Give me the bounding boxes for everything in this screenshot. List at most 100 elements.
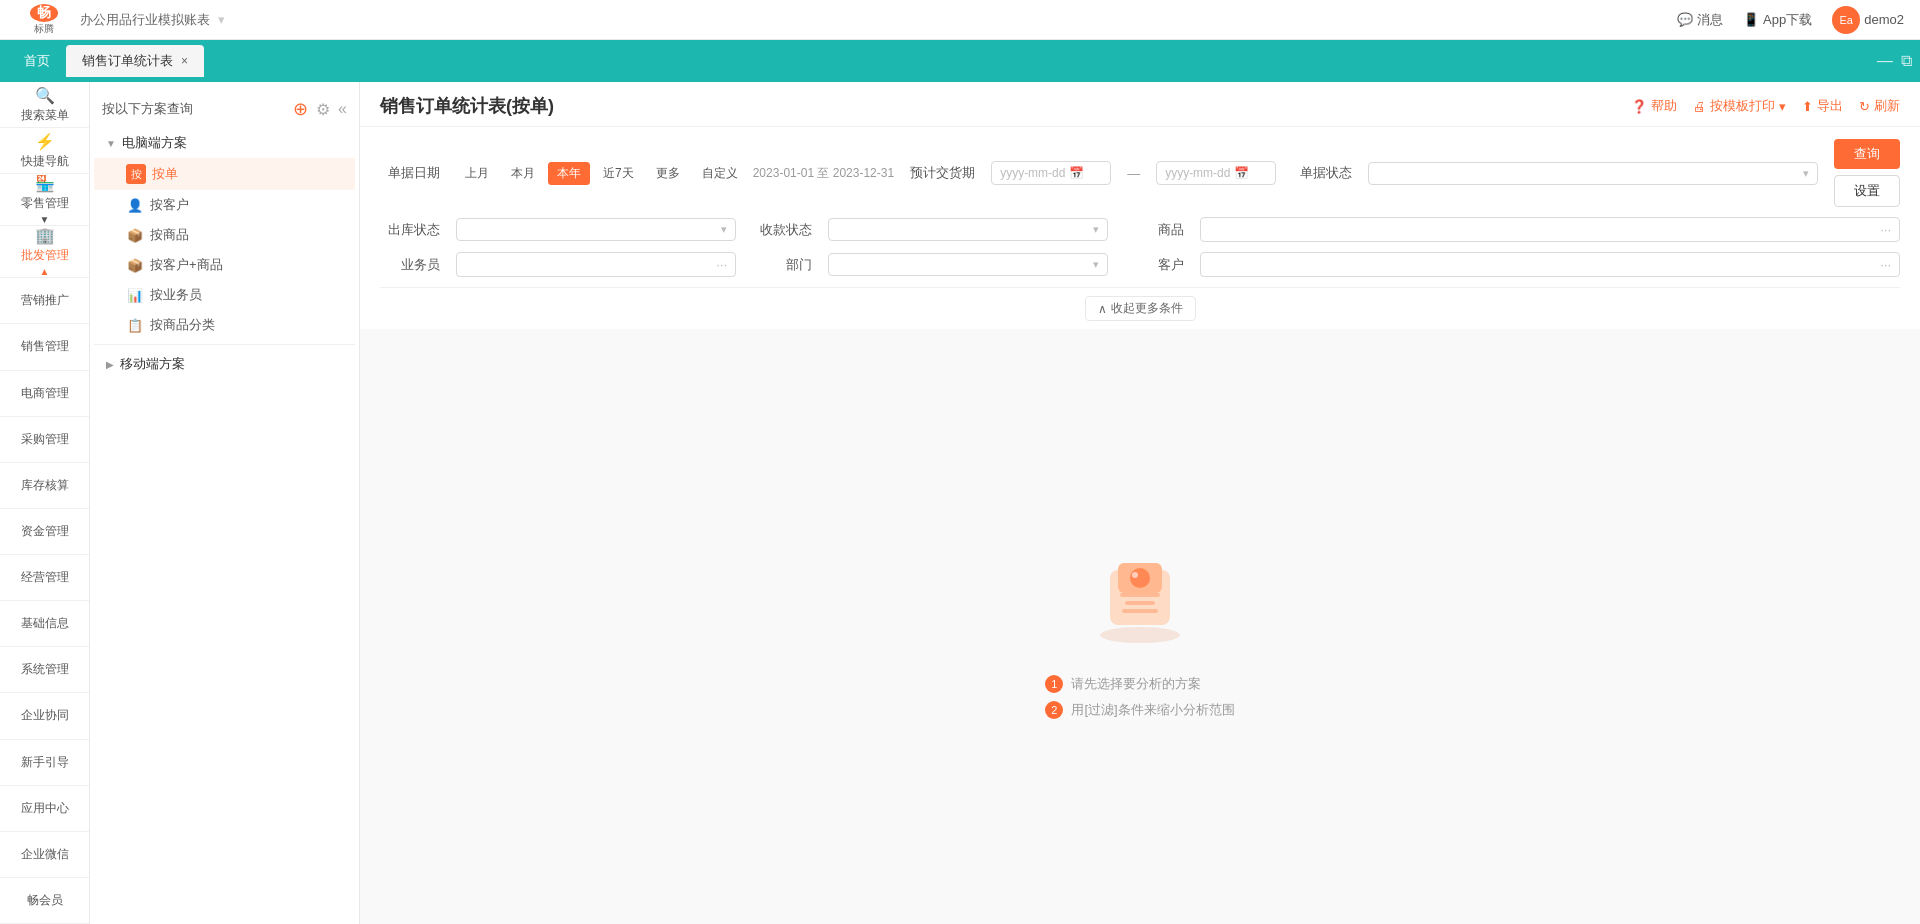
date-from-placeholder: yyyy-mm-dd (1000, 166, 1065, 180)
app-download-icon: 📱 (1743, 12, 1759, 27)
user-info[interactable]: Ea demo2 (1832, 6, 1904, 34)
by-order-icon: 按 (126, 164, 146, 184)
sidebar-marketing-label: 营销推广 (21, 292, 69, 309)
goods-more-icon[interactable]: ··· (1880, 222, 1891, 237)
help-icon: ❓ (1631, 99, 1647, 114)
sidebar-wholesale-label: 批发管理 (21, 247, 69, 264)
setting-button[interactable]: 设置 (1834, 175, 1900, 207)
collapse-panel-icon[interactable]: « (338, 100, 347, 118)
date-this-year[interactable]: 本年 (548, 162, 590, 185)
sidebar-search[interactable]: 🔍 搜索菜单 (0, 82, 89, 128)
mobile-group: ▶ 移动端方案 (94, 349, 355, 379)
tree-item-by-category[interactable]: 📋 按商品分类 (94, 310, 355, 340)
mobile-group-label: 移动端方案 (120, 355, 185, 373)
sidebar-item-inventory[interactable]: 库存核算 (0, 463, 89, 509)
date-to-input[interactable]: yyyy-mm-dd 📅 (1156, 161, 1276, 185)
collapse-bar: ∧ 收起更多条件 (380, 287, 1900, 329)
tab-home-label: 首页 (24, 52, 50, 70)
app-download-link[interactable]: 📱 App下载 (1743, 11, 1812, 29)
tree-item-by-goods[interactable]: 📦 按商品 (94, 220, 355, 250)
quicknav-icon: ⚡ (35, 132, 55, 151)
sidebar-item-appstore[interactable]: 应用中心 (0, 786, 89, 832)
customer-more-icon[interactable]: ··· (1880, 257, 1891, 272)
sidebar-item-retail[interactable]: 🏪 零售管理 ▼ (0, 174, 89, 226)
tab-restore-icon[interactable]: ⧉ (1901, 52, 1912, 70)
pc-group-label: 电脑端方案 (122, 134, 187, 152)
tab-minimize-icon[interactable]: — (1877, 52, 1893, 70)
logo-text: 标腾 (34, 22, 54, 36)
sidebar-quicknav[interactable]: ⚡ 快捷导航 (0, 128, 89, 174)
refresh-label: 刷新 (1874, 97, 1900, 115)
print-button[interactable]: 🖨 按模板打印 ▾ (1693, 97, 1786, 115)
sidebar-item-basic[interactable]: 基础信息 (0, 601, 89, 647)
customer-label: 客户 (1124, 256, 1184, 274)
tree-item-by-staff[interactable]: 📊 按业务员 (94, 280, 355, 310)
by-customer-icon: 👤 (126, 196, 144, 214)
date-custom[interactable]: 自定义 (693, 162, 747, 185)
sidebar-item-sales[interactable]: 销售管理 (0, 324, 89, 370)
dept-label: 部门 (752, 256, 812, 274)
sidebar-item-finance[interactable]: 资金管理 (0, 509, 89, 555)
salesperson-more-icon[interactable]: ··· (716, 257, 727, 272)
sidebar-item-newbie[interactable]: 新手引导 (0, 740, 89, 786)
date-from-calendar-icon[interactable]: 📅 (1069, 166, 1084, 180)
sidebar-item-operation[interactable]: 经营管理 (0, 555, 89, 601)
left-panel: 按以下方案查询 ⊕ ⚙ « ▼ 电脑端方案 按 按单 (90, 82, 360, 924)
goods-select[interactable]: ··· (1200, 217, 1900, 242)
message-label: 消息 (1697, 11, 1723, 29)
sidebar-item-system[interactable]: 系统管理 (0, 647, 89, 693)
export-icon: ⬆ (1802, 99, 1813, 114)
sidebar-item-vip[interactable]: 畅会员 (0, 878, 89, 924)
date-separator: — (1127, 166, 1140, 181)
sidebar-item-wholesale[interactable]: 🏢 批发管理 ▲ (0, 226, 89, 278)
sidebar-item-purchase[interactable]: 采购管理 (0, 417, 89, 463)
add-scheme-icon[interactable]: ⊕ (293, 98, 308, 120)
doc-status-arrow-icon: ▾ (1803, 167, 1809, 180)
message-link[interactable]: 💬 消息 (1677, 11, 1723, 29)
dept-select[interactable]: ▾ (828, 253, 1108, 276)
date-last7[interactable]: 近7天 (594, 162, 643, 185)
tab-home[interactable]: 首页 (8, 45, 66, 77)
mobile-group-title[interactable]: ▶ 移动端方案 (94, 349, 355, 379)
help-button[interactable]: ❓ 帮助 (1631, 97, 1677, 115)
dropdown-arrow-icon[interactable]: ▾ (218, 12, 225, 27)
doc-status-select[interactable]: ▾ (1368, 162, 1818, 185)
date-this-month[interactable]: 本月 (502, 162, 544, 185)
sidebar-enterprise-label: 企业协同 (21, 707, 69, 724)
tab-sales-order[interactable]: 销售订单统计表 × (66, 45, 204, 77)
right-main: 销售订单统计表(按单) ❓ 帮助 🖨 按模板打印 ▾ ⬆ 导出 (360, 82, 1920, 924)
sidebar-search-label: 搜索菜单 (21, 107, 69, 124)
date-last-month[interactable]: 上月 (456, 162, 498, 185)
tree-item-by-order[interactable]: 按 按单 (94, 158, 355, 190)
tab-bar-right: — ⧉ (1877, 52, 1912, 70)
pc-group-title[interactable]: ▼ 电脑端方案 (94, 128, 355, 158)
collapse-button[interactable]: ∧ 收起更多条件 (1085, 296, 1196, 321)
export-button[interactable]: ⬆ 导出 (1802, 97, 1843, 115)
date-to-calendar-icon[interactable]: 📅 (1234, 166, 1249, 180)
svg-rect-6 (1125, 601, 1155, 605)
tree-item-by-customer[interactable]: 👤 按客户 (94, 190, 355, 220)
ship-status-select[interactable]: ▾ (456, 218, 736, 241)
sidebar-appstore-label: 应用中心 (21, 800, 69, 817)
date-more[interactable]: 更多 (647, 162, 689, 185)
sidebar-item-wechat[interactable]: 企业微信 (0, 832, 89, 878)
export-label: 导出 (1817, 97, 1843, 115)
tip-text-2: 用[过滤]条件来缩小分析范围 (1071, 701, 1234, 719)
customer-select[interactable]: ··· (1200, 252, 1900, 277)
refresh-button[interactable]: ↻ 刷新 (1859, 97, 1900, 115)
goods-label: 商品 (1124, 221, 1184, 239)
sidebar-item-ecom[interactable]: 电商管理 (0, 371, 89, 417)
tree-item-by-customer-goods[interactable]: 📦 按客户+商品 (94, 250, 355, 280)
top-bar-right: 💬 消息 📱 App下载 Ea demo2 (1677, 6, 1904, 34)
sidebar-item-marketing[interactable]: 营销推广 (0, 278, 89, 324)
pay-status-select[interactable]: ▾ (828, 218, 1108, 241)
sidebar-item-enterprise[interactable]: 企业协同 (0, 693, 89, 739)
tab-close-icon[interactable]: × (181, 54, 188, 68)
wholesale-icon: 🏢 (35, 226, 55, 245)
salesperson-select[interactable]: ··· (456, 252, 736, 277)
edit-scheme-icon[interactable]: ⚙ (316, 100, 330, 119)
search-button[interactable]: 查询 (1834, 139, 1900, 169)
page-actions: ❓ 帮助 🖨 按模板打印 ▾ ⬆ 导出 ↻ 刷新 (1631, 97, 1900, 115)
salesperson-label: 业务员 (380, 256, 440, 274)
date-from-input[interactable]: yyyy-mm-dd 📅 (991, 161, 1111, 185)
